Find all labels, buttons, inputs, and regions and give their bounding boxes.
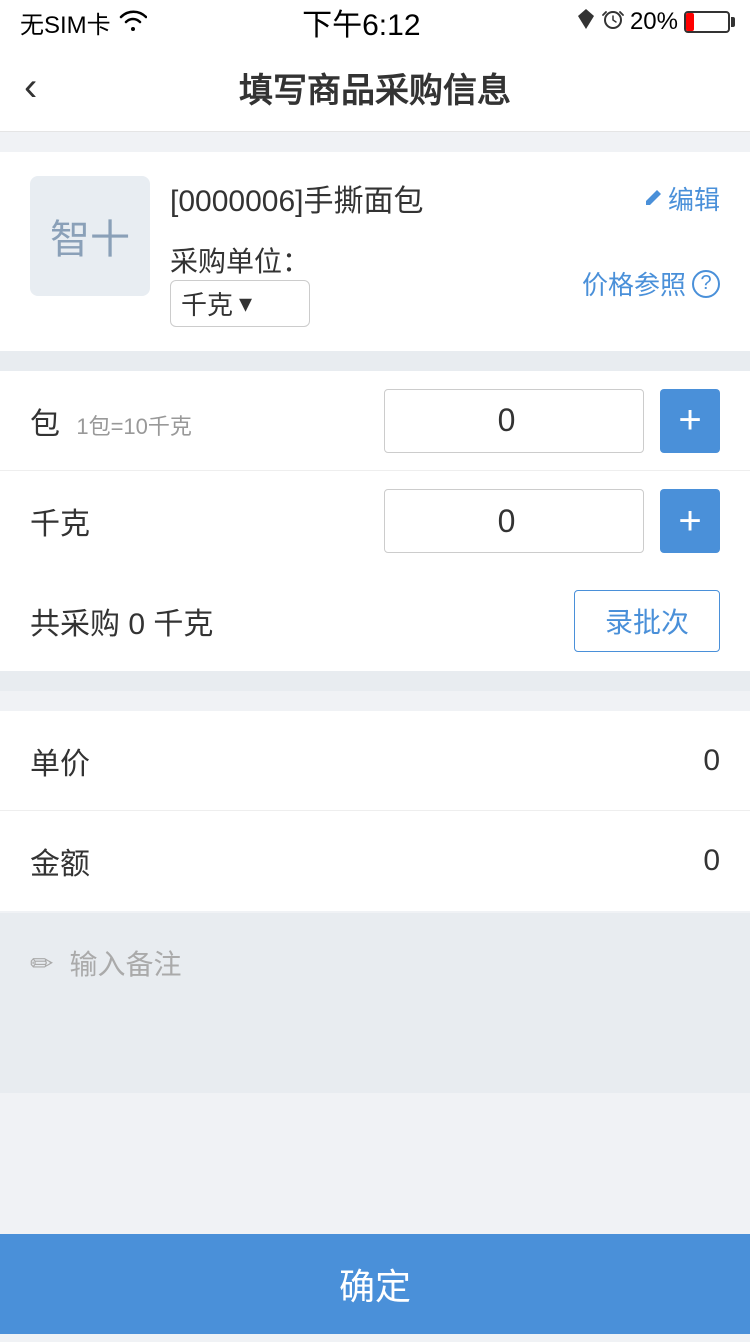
summary-row: 共采购 0 千克 录批次 [0, 571, 750, 671]
confirm-button[interactable]: 确定 [0, 1234, 750, 1334]
remark-placeholder: 输入备注 [69, 943, 181, 983]
summary-text: 共采购 0 千克 [30, 599, 213, 643]
location-icon [576, 8, 596, 37]
unit-value: 千克 [181, 285, 233, 322]
back-button[interactable]: ‹ [24, 65, 37, 110]
price-section: 单价 0 金额 0 [0, 711, 750, 911]
kg-input-right: + [190, 489, 720, 553]
input-section: 包 1包=10千克 + 千克 + [0, 371, 750, 571]
unit-price-value: 0 [703, 744, 720, 778]
remark-input-area[interactable]: ✏ 输入备注 [30, 943, 720, 983]
unit-price-label: 单价 [30, 739, 90, 783]
status-right: 20% [576, 8, 730, 37]
product-image: 智十 [30, 176, 150, 296]
nav-bar: ‹ 填写商品采购信息 [0, 44, 750, 132]
amount-value: 0 [703, 844, 720, 878]
battery-percent: 20% [630, 8, 678, 36]
unit-price-row: 单价 0 [0, 711, 750, 811]
sim-label: 无SIM卡 [20, 5, 111, 40]
status-bar: 无SIM卡 下午6:12 20% [0, 0, 750, 44]
wifi-icon [119, 7, 147, 38]
unit-select[interactable]: 千克 ▾ [170, 280, 310, 327]
pack-plus-button[interactable]: + [660, 389, 720, 453]
pack-sublabel: 1包=10千克 [76, 414, 192, 439]
status-left: 无SIM卡 [20, 5, 147, 40]
edit-label: 编辑 [668, 180, 720, 217]
edit-button[interactable]: 编辑 [642, 180, 720, 217]
remark-section: ✏ 输入备注 [0, 913, 750, 1093]
kg-plus-icon: + [678, 499, 701, 544]
price-reference-button[interactable]: 价格参照 ? [582, 265, 720, 302]
pencil-icon: ✏ [30, 947, 53, 980]
kg-quantity-input[interactable] [384, 489, 644, 553]
kg-input-row: 千克 + [0, 471, 750, 571]
main-content: 智十 [0000006]手撕面包 编辑 采购单位： 千克 ▾ [0, 152, 750, 1342]
unit-row: 采购单位： 千克 ▾ 价格参照 ? [170, 240, 720, 327]
pack-label-area: 包 1包=10千克 [30, 399, 192, 443]
pack-plus-icon: + [678, 398, 701, 443]
amount-label: 金额 [30, 839, 90, 883]
record-batch-button[interactable]: 录批次 [574, 590, 720, 652]
battery-icon [684, 11, 730, 33]
unit-dropdown-icon: ▾ [239, 288, 252, 319]
section-divider-1 [0, 351, 750, 371]
pack-label: 包 [30, 408, 60, 441]
product-logo-text: 智十 [50, 207, 130, 265]
pack-input-row: 包 1包=10千克 + [0, 371, 750, 471]
pack-quantity-input[interactable] [384, 389, 644, 453]
confirm-label: 确定 [339, 1258, 411, 1310]
help-icon[interactable]: ? [692, 270, 720, 298]
kg-label: 千克 [30, 499, 190, 543]
unit-label-area: 采购单位： 千克 ▾ [170, 240, 310, 327]
kg-plus-button[interactable]: + [660, 489, 720, 553]
amount-row: 金额 0 [0, 811, 750, 911]
section-divider-2 [0, 671, 750, 691]
product-name: [0000006]手撕面包 [170, 176, 423, 220]
help-symbol: ? [700, 272, 711, 295]
status-time: 下午6:12 [302, 0, 420, 44]
alarm-icon [602, 8, 624, 37]
page-title: 填写商品采购信息 [239, 63, 511, 112]
pack-input-right: + [192, 389, 720, 453]
product-info: [0000006]手撕面包 编辑 采购单位： 千克 ▾ 价格 [170, 176, 720, 327]
product-card: 智十 [0000006]手撕面包 编辑 采购单位： 千克 ▾ [0, 152, 750, 351]
unit-label: 采购单位： [170, 246, 310, 277]
product-name-row: [0000006]手撕面包 编辑 [170, 176, 720, 220]
price-ref-label: 价格参照 [582, 265, 686, 302]
